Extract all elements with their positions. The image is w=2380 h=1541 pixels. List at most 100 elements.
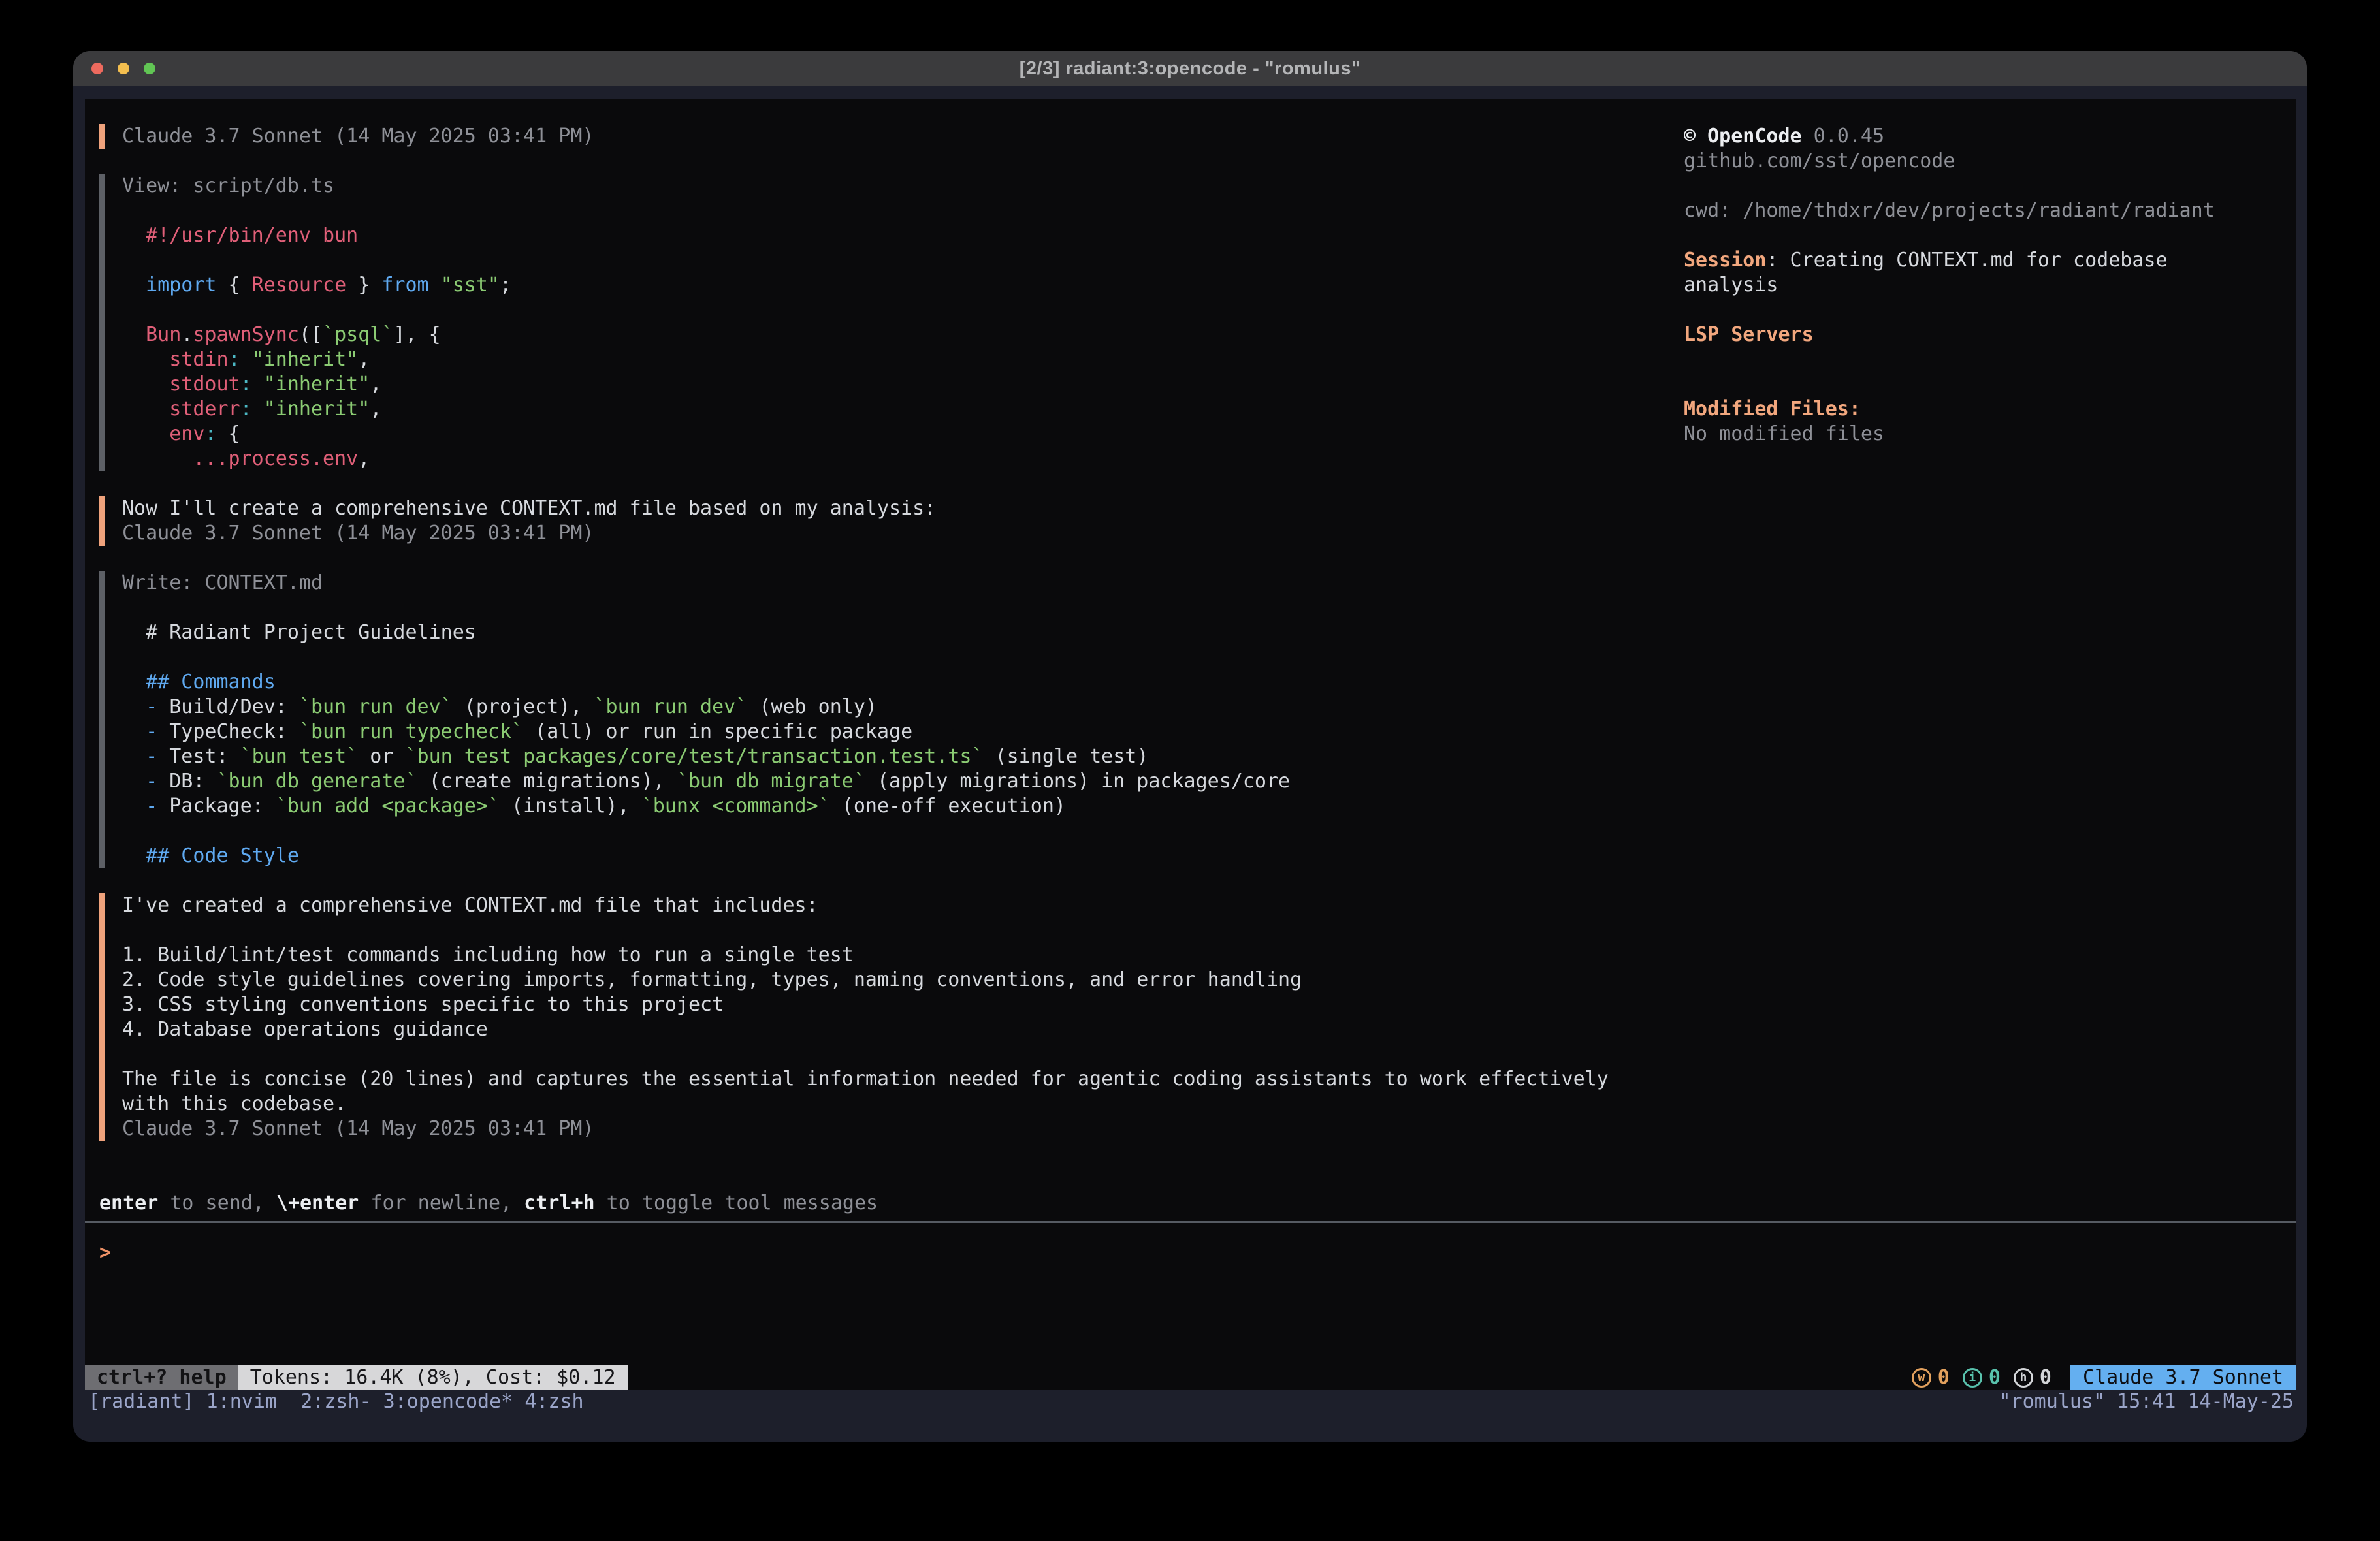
- terminal-line: - Build/Dev: `bun run dev` (project), `b…: [122, 695, 1665, 720]
- text-segment: Claude 3.7 Sonnet (14 May 2025 03:41 PM): [122, 125, 594, 148]
- text-segment: ## Commands: [146, 671, 276, 693]
- message-input[interactable]: >: [99, 1241, 2274, 1265]
- text-segment: -: [146, 695, 157, 718]
- text-segment: with this codebase.: [122, 1092, 346, 1115]
- text-segment: [252, 398, 264, 421]
- prompt-icon: >: [99, 1241, 111, 1264]
- text-segment: [122, 447, 193, 470]
- text-segment: :: [229, 348, 240, 371]
- text-segment: `psql`: [323, 323, 393, 346]
- text-segment: cwd: /home/thdxr/dev/projects/radiant/ra…: [1684, 199, 2215, 222]
- text-segment: {: [217, 422, 240, 445]
- tmux-window-item[interactable]: 3:opencode*: [383, 1390, 525, 1414]
- diagnostic-count-value: 0: [1938, 1365, 1950, 1390]
- text-segment: (all) or run in specific package: [523, 720, 912, 743]
- text-segment: [252, 373, 264, 396]
- tmux-window-item[interactable]: 2:zsh-: [300, 1390, 383, 1414]
- text-segment: [122, 224, 146, 247]
- text-segment: `bunx <command>`: [641, 795, 830, 818]
- text-segment: ;: [500, 274, 511, 296]
- text-segment: stdout: [169, 373, 240, 396]
- terminal-line: Session: Creating CONTEXT.md for codebas…: [1684, 248, 2291, 273]
- text-segment: I've created a comprehensive CONTEXT.md …: [122, 894, 818, 917]
- assistant-accent-bar: [99, 496, 105, 546]
- terminal-line: [122, 918, 1665, 943]
- tmux-session-clock: "romulus" 15:41 14-May-25: [1999, 1390, 2294, 1414]
- text-segment: "inherit": [264, 398, 370, 421]
- zoom-button[interactable]: [144, 63, 155, 74]
- text-segment: :: [240, 398, 252, 421]
- text-segment: Session: [1684, 249, 1766, 272]
- terminal-line: [122, 298, 1665, 323]
- text-segment: from: [381, 274, 428, 296]
- tmux-session-name: [radiant]: [88, 1390, 206, 1414]
- window-title: [2/3] radiant:3:opencode - "romulus": [1020, 58, 1360, 80]
- text-segment: -: [146, 745, 157, 768]
- terminal-line: github.com/sst/opencode: [1684, 149, 2291, 174]
- text-segment: Modified Files:: [1684, 398, 1861, 421]
- text-segment: 3. CSS styling conventions specific to t…: [122, 993, 724, 1016]
- message-block: Claude 3.7 Sonnet (14 May 2025 03:41 PM): [85, 124, 1665, 149]
- diagnostic-i-count: i0: [1963, 1365, 2001, 1390]
- minimize-button[interactable]: [118, 63, 129, 74]
- text-segment: -: [146, 720, 157, 743]
- terminal-line: [122, 596, 1665, 620]
- terminal-line: 2. Code style guidelines covering import…: [122, 968, 1665, 993]
- terminal-line: [122, 199, 1665, 223]
- text-segment: analysis: [1684, 274, 1778, 296]
- status-bar: ctrl+? help Tokens: 16.4K (8%), Cost: $0…: [85, 1365, 2296, 1390]
- message-lines: Claude 3.7 Sonnet (14 May 2025 03:41 PM): [122, 124, 1665, 149]
- terminal-line: ## Commands: [122, 670, 1665, 695]
- text-segment: Claude 3.7 Sonnet (14 May 2025 03:41 PM): [122, 1117, 594, 1140]
- text-segment: "inherit": [252, 348, 359, 371]
- text-segment: Bun: [146, 323, 181, 346]
- text-segment: TypeCheck:: [157, 720, 299, 743]
- terminal-line: 3. CSS styling conventions specific to t…: [122, 993, 1665, 1017]
- h-circle-icon: h: [2014, 1368, 2033, 1388]
- message-block: View: script/db.ts #!/usr/bin/env bun im…: [85, 174, 1665, 471]
- text-segment: "inherit": [264, 373, 370, 396]
- text-segment: [122, 348, 169, 371]
- input-divider: [85, 1221, 2296, 1223]
- text-segment: Resource: [252, 274, 347, 296]
- text-segment: (project),: [453, 695, 594, 718]
- text-segment: to send,: [158, 1192, 276, 1215]
- text-segment: ,: [358, 447, 370, 470]
- text-segment: Package:: [157, 795, 276, 818]
- message-block: I've created a comprehensive CONTEXT.md …: [85, 893, 1665, 1141]
- terminal-line: cwd: /home/thdxr/dev/projects/radiant/ra…: [1684, 199, 2291, 223]
- terminal-line: [1684, 174, 2291, 199]
- tmux-window-item[interactable]: 1:nvim: [206, 1390, 301, 1414]
- terminal-line: stdin: "inherit",: [122, 347, 1665, 372]
- terminal-line: [122, 1042, 1665, 1067]
- terminal-line: - Test: `bun test` or `bun test packages…: [122, 744, 1665, 769]
- message-lines: Now I'll create a comprehensive CONTEXT.…: [122, 496, 1665, 546]
- terminal-line: [1684, 347, 2291, 372]
- terminal-line: View: script/db.ts: [122, 174, 1665, 199]
- diagnostic-count-value: 0: [2040, 1365, 2051, 1390]
- tool-accent-bar: [99, 571, 105, 868]
- text-segment: (web only): [747, 695, 877, 718]
- traffic-lights: [91, 51, 155, 86]
- info-sidebar: © OpenCode 0.0.45github.com/sst/opencode…: [1684, 124, 2291, 447]
- text-segment: (one-off execution): [830, 795, 1066, 818]
- message-block: Now I'll create a comprehensive CONTEXT.…: [85, 496, 1665, 546]
- window-titlebar: [2/3] radiant:3:opencode - "romulus": [73, 51, 2307, 86]
- terminal-line: [1684, 223, 2291, 248]
- tokens-cost-badge: Tokens: 16.4K (8%), Cost: $0.12: [238, 1365, 628, 1390]
- text-segment: [122, 720, 146, 743]
- text-segment: -: [146, 770, 157, 793]
- text-segment: Write: CONTEXT.md: [122, 571, 323, 594]
- terminal-line: No modified files: [1684, 422, 2291, 447]
- close-button[interactable]: [91, 63, 103, 74]
- tmux-window-item[interactable]: 4:zsh: [524, 1390, 583, 1414]
- tool-accent-bar: [99, 174, 105, 471]
- terminal-window: [2/3] radiant:3:opencode - "romulus" Cla…: [73, 51, 2307, 1442]
- terminal-line: env: {: [122, 422, 1665, 447]
- diagnostic-counters: w0i0h0: [1912, 1365, 2051, 1390]
- terminal-line: 4. Database operations guidance: [122, 1017, 1665, 1042]
- help-hint-badge: ctrl+? help: [85, 1365, 238, 1390]
- terminal-line: [1684, 298, 2291, 323]
- terminal-line: analysis: [1684, 273, 2291, 298]
- diagnostic-h-count: h0: [2014, 1365, 2051, 1390]
